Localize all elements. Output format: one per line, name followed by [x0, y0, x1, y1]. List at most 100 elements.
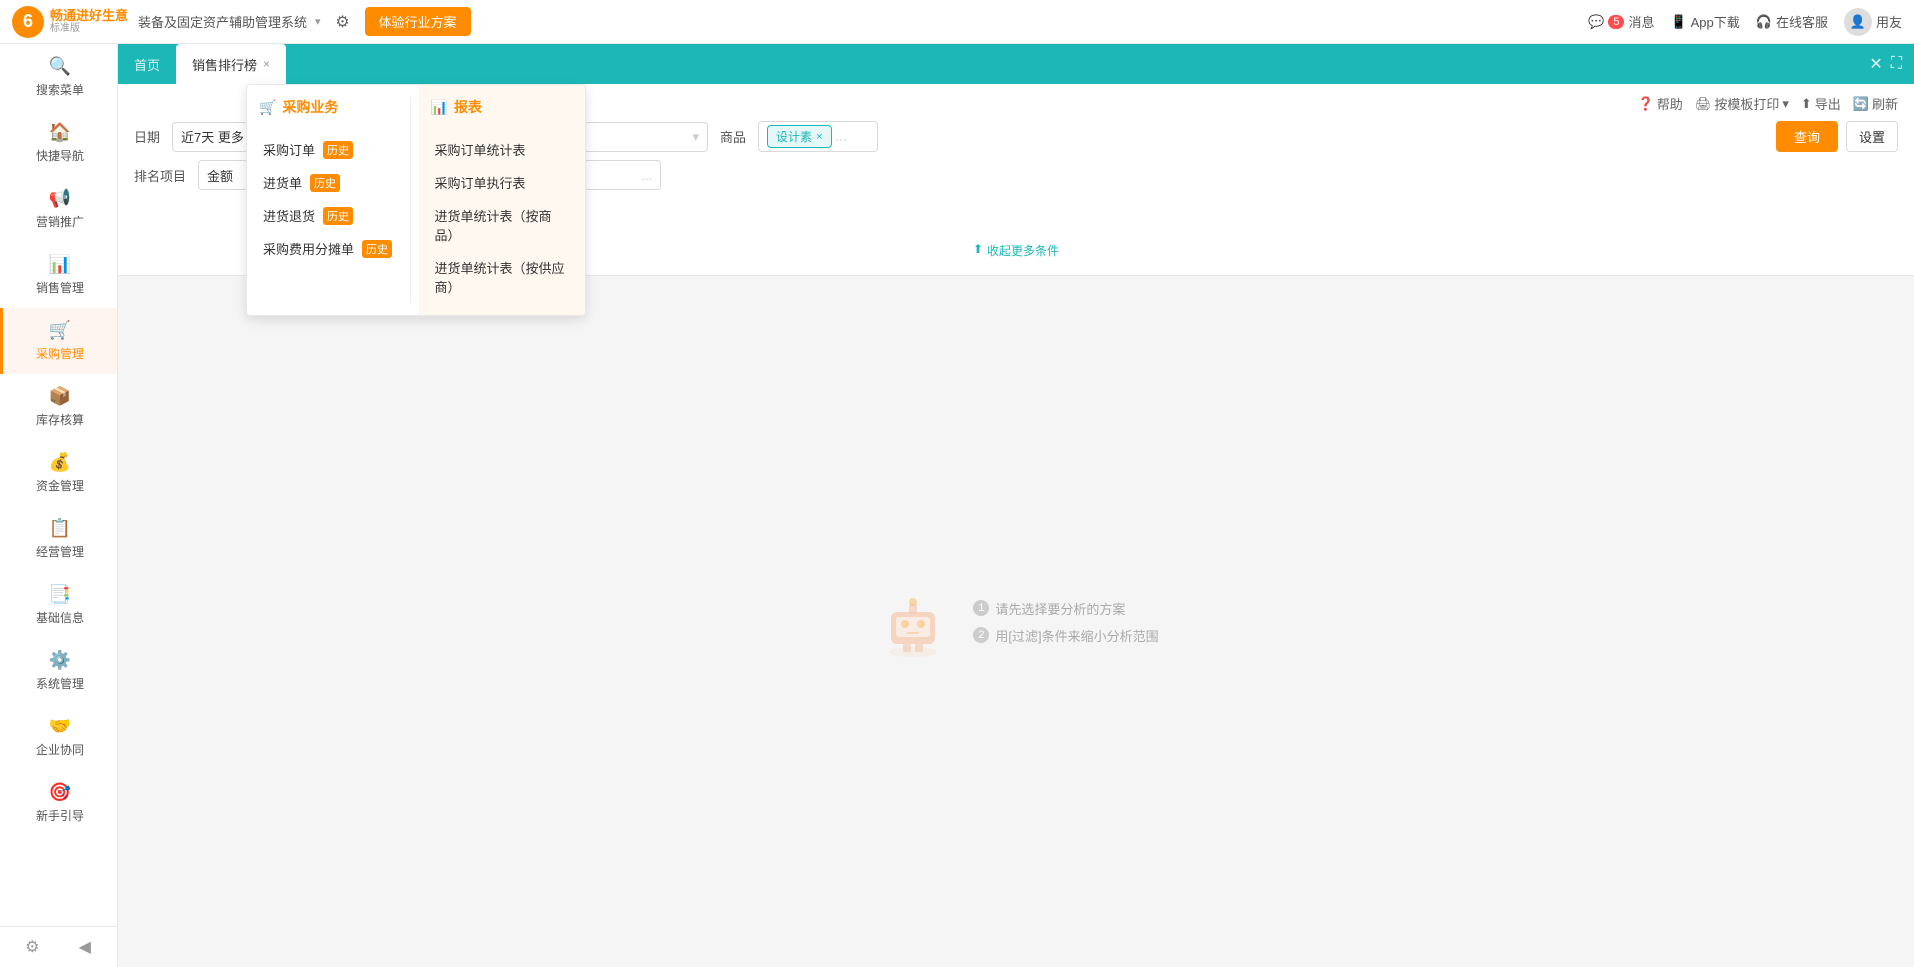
sidebar-item-system[interactable]: ⚙️ 系统管理	[0, 638, 117, 704]
purchase-order-label: 采购订单	[263, 140, 315, 159]
sidebar-item-newbie[interactable]: 🎯 新手引导	[0, 770, 117, 836]
newbie-icon: 🎯	[49, 782, 71, 803]
enterprise-icon: 🤝	[49, 716, 71, 737]
user-name: 用友	[1876, 12, 1902, 31]
header-right: 💬 5 消息 📱 App下载 🎧 在线客服 👤 用友	[1588, 8, 1902, 36]
rank-label: 排名项目	[134, 166, 186, 185]
sidebar-item-inventory[interactable]: 📦 库存核算	[0, 374, 117, 440]
settings-button[interactable]: 设置	[1846, 121, 1898, 152]
sidebar-label-basic: 基础信息	[36, 609, 84, 626]
goods-more-icon: ...	[836, 129, 847, 144]
sidebar-item-enterprise[interactable]: 🤝 企业协同	[0, 704, 117, 770]
print-dropdown-icon[interactable]: ▾	[1782, 96, 1789, 112]
order-exec-label: 采购订单执行表	[435, 173, 526, 192]
print-link[interactable]: 🖨 按模板打印 ▾	[1695, 94, 1789, 113]
purchase-return-label: 进货退货	[263, 206, 315, 225]
receipt-stats-goods-label: 进货单统计表（按商品）	[435, 206, 570, 244]
goods-tag-close-icon[interactable]: ×	[816, 131, 822, 143]
sidebar-item-quick[interactable]: 🏠 快捷导航	[0, 110, 117, 176]
export-link[interactable]: ⬆ 导出	[1801, 94, 1841, 113]
system-icon: ⚙️	[49, 650, 71, 671]
app-download-label: App下载	[1691, 12, 1740, 31]
finance-icon: 💰	[49, 452, 71, 473]
phone-icon: 📱	[1670, 14, 1686, 30]
purchase-section-title: 🛒 采购业务	[259, 97, 402, 123]
sidebar-item-purchase[interactable]: 🛒 采购管理	[0, 308, 117, 374]
purchase-order-history-badge: 历史	[323, 141, 353, 159]
menu-item-purchase-expense[interactable]: 采购费用分摊单 历史	[259, 232, 402, 265]
tip-num-2: 2	[973, 627, 989, 643]
sidebar-item-sales[interactable]: 📊 销售管理	[0, 242, 117, 308]
help-link[interactable]: ❓ 帮助	[1638, 94, 1683, 113]
avatar: 👤	[1844, 8, 1872, 36]
menu-item-purchase-receipt[interactable]: 进货单 历史	[259, 166, 402, 199]
help-label: 帮助	[1657, 94, 1683, 113]
settings-bottom-button[interactable]: ⚙	[10, 937, 55, 957]
sidebar-bottom: ⚙ ◀	[0, 926, 117, 967]
tab-maximize-icon[interactable]: ⛶	[1891, 55, 1902, 73]
menu-divider	[410, 97, 411, 303]
menu-item-purchase-return[interactable]: 进货退货 历史	[259, 199, 402, 232]
report-section: 📊 报表 采购订单统计表 采购订单执行表 进货单统计表（按商品） 进货单统计表（…	[419, 85, 586, 315]
purchase-receipt-history-badge: 历史	[310, 174, 340, 192]
app-download-action[interactable]: 📱 App下载	[1670, 12, 1739, 31]
sidebar-label-sales: 销售管理	[36, 279, 84, 296]
tip-text-1: 请先选择要分析的方案	[995, 599, 1125, 618]
collapse-up-icon: ⬆	[973, 242, 983, 259]
sidebar-item-basic[interactable]: 📑 基础信息	[0, 572, 117, 638]
sidebar-item-operations[interactable]: 📋 经营管理	[0, 506, 117, 572]
date-label: 日期	[134, 127, 160, 146]
online-service-action[interactable]: 🎧 在线客服	[1756, 12, 1828, 31]
sidebar-item-marketing[interactable]: 📢 营销推广	[0, 176, 117, 242]
search-icon: 🔍	[49, 56, 71, 77]
sidebar-label-marketing: 营销推广	[36, 213, 84, 230]
tab-bar-right: ✕ ⛶	[1869, 54, 1914, 74]
operations-icon: 📋	[49, 518, 71, 539]
receipt-stats-supplier-label: 进货单统计表（按供应商）	[435, 258, 570, 296]
tab-bar: 首页 销售排行榜 × ✕ ⛶	[118, 44, 1914, 84]
sidebar-label-operations: 经营管理	[36, 543, 84, 560]
system-dropdown-icon[interactable]: ▾	[315, 15, 321, 28]
header-settings-icon[interactable]: ⚙	[329, 8, 357, 36]
sidebar-item-search[interactable]: 🔍 搜索菜单	[0, 44, 117, 110]
menu-item-receipt-stats-supplier[interactable]: 进货单统计表（按供应商）	[431, 251, 574, 303]
collapse-label: 收起更多条件	[987, 242, 1059, 259]
purchase-receipt-label: 进货单	[263, 173, 302, 192]
tab-home[interactable]: 首页	[118, 44, 176, 84]
salesperson-more-icon: ...	[641, 168, 652, 183]
goods-input[interactable]: 设计素 × ...	[758, 121, 878, 152]
header-middle: 装备及固定资产辅助管理系统 ▾ ⚙ 体验行业方案	[138, 7, 1588, 36]
report-section-title: 📊 报表	[431, 97, 574, 123]
menu-item-order-exec[interactable]: 采购订单执行表	[431, 166, 574, 199]
top-header: 6 畅通进好生意 标准版 装备及固定资产辅助管理系统 ▾ ⚙ 体验行业方案 💬 …	[0, 0, 1914, 44]
tab-close-all-icon[interactable]: ✕	[1869, 54, 1882, 74]
sidebar-item-finance[interactable]: 💰 资金管理	[0, 440, 117, 506]
message-badge: 5	[1608, 15, 1624, 29]
menu-item-order-stats[interactable]: 采购订单统计表	[431, 133, 574, 166]
menu-item-purchase-order[interactable]: 采购订单 历史	[259, 133, 402, 166]
empty-tip-1: 1 请先选择要分析的方案	[973, 599, 1158, 618]
purchase-business-section: 🛒 采购业务 采购订单 历史 进货单 历史 进货退货 历史	[259, 97, 402, 303]
refresh-link[interactable]: 🔄 刷新	[1853, 94, 1898, 113]
collapse-sidebar-button[interactable]: ◀	[63, 937, 108, 957]
sidebar-label-finance: 资金管理	[36, 477, 84, 494]
purchase-section-label: 采购业务	[282, 97, 338, 117]
message-action[interactable]: 💬 5 消息	[1588, 12, 1654, 31]
help-icon: ❓	[1638, 96, 1654, 112]
tab-close-icon[interactable]: ×	[263, 57, 270, 71]
purchase-expense-history-badge: 历史	[362, 240, 392, 258]
inventory-icon: 📦	[49, 386, 71, 407]
export-label: 导出	[1815, 94, 1841, 113]
user-action[interactable]: 👤 用友	[1844, 8, 1902, 36]
industry-button[interactable]: 体验行业方案	[365, 7, 471, 36]
tab-sales-rank[interactable]: 销售排行榜 ×	[176, 44, 286, 84]
sidebar-label-inventory: 库存核算	[36, 411, 84, 428]
goods-tag: 设计素 ×	[767, 125, 831, 148]
menu-item-receipt-stats-goods[interactable]: 进货单统计表（按商品）	[431, 199, 574, 251]
query-button[interactable]: 查询	[1776, 121, 1838, 152]
print-label: 按模板打印	[1714, 94, 1779, 113]
message-label: 消息	[1628, 12, 1654, 31]
sidebar-label-purchase: 采购管理	[36, 345, 84, 362]
sidebar-label-enterprise: 企业协同	[36, 741, 84, 758]
purchase-dropdown-menu: 🛒 采购业务 采购订单 历史 进货单 历史 进货退货 历史	[246, 84, 586, 316]
